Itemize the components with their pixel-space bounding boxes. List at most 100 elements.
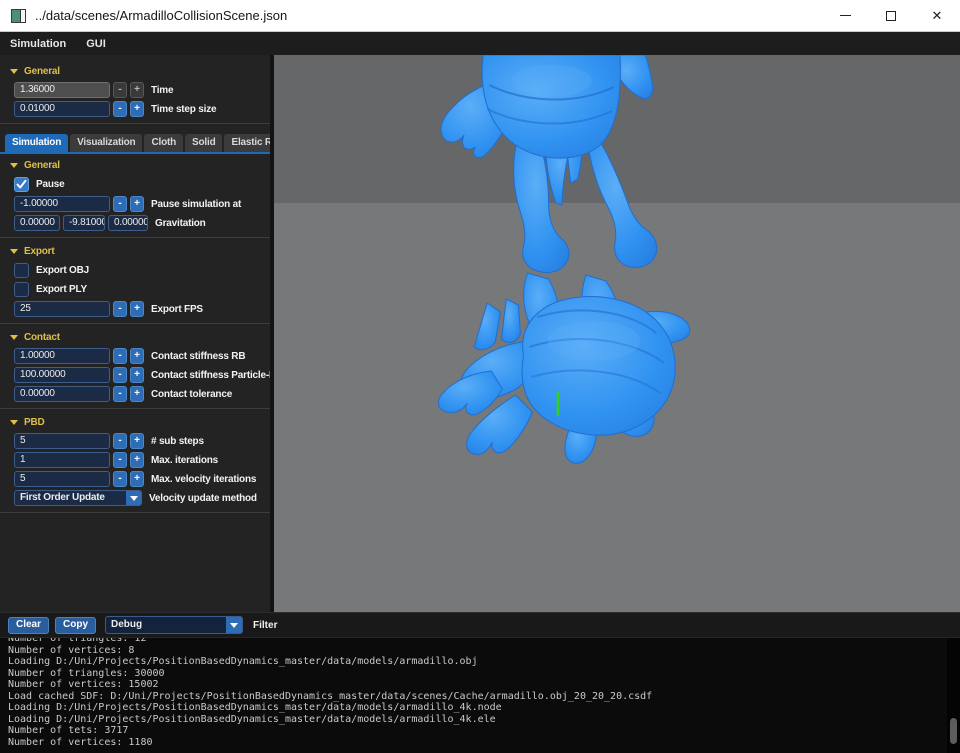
divider <box>0 512 270 513</box>
log-line: Number of vertices: 8 <box>8 645 946 657</box>
gravitation-y-field[interactable]: -9.81000 <box>63 215 105 231</box>
dropdown-button[interactable] <box>226 617 242 633</box>
tab-solid[interactable]: Solid <box>185 134 222 152</box>
checkmark-icon <box>16 179 27 190</box>
log-scrollbar[interactable] <box>947 638 960 753</box>
increment-button[interactable]: + <box>130 82 144 98</box>
param-row-contact-stiffness-rb: 1.00000 - + Contact stiffness RB <box>14 348 270 364</box>
param-row-sub-steps: 5 - + # sub steps <box>14 433 270 449</box>
decrement-button[interactable]: - <box>113 301 127 317</box>
close-button[interactable]: ✕ <box>914 0 960 31</box>
increment-button[interactable]: + <box>130 471 144 487</box>
export-fps-field[interactable]: 25 <box>14 301 110 317</box>
tab-visualization[interactable]: Visualization <box>70 134 142 152</box>
menu-gui[interactable]: GUI <box>76 38 116 50</box>
increment-button[interactable]: + <box>130 433 144 449</box>
export-ply-row: Export PLY <box>14 282 270 297</box>
decrement-button[interactable]: - <box>113 452 127 468</box>
section-header-export[interactable]: Export <box>0 244 270 260</box>
minimize-icon <box>840 15 851 16</box>
dropdown-value: First Order Update <box>15 491 126 505</box>
decrement-button[interactable]: - <box>113 386 127 402</box>
param-row-gravitation: 0.00000 -9.81000 0.00000 Gravitation <box>14 215 270 231</box>
log-line: Number of triangles: 30000 <box>8 668 946 680</box>
export-ply-label: Export PLY <box>36 284 87 295</box>
dropdown-arrow-icon <box>230 623 238 628</box>
decrement-button[interactable]: - <box>113 471 127 487</box>
param-row-contact-stiffness-particle-rb: 100.00000 - + Contact stiffness Particle… <box>14 367 270 383</box>
decrement-button[interactable]: - <box>113 82 127 98</box>
tab-elastic-rod[interactable]: Elastic Rod <box>224 134 274 152</box>
param-label: Pause simulation at <box>151 199 241 210</box>
menu-simulation[interactable]: Simulation <box>0 38 76 50</box>
increment-button[interactable]: + <box>130 196 144 212</box>
pause-label: Pause <box>36 179 64 190</box>
param-label: Velocity update method <box>149 493 257 504</box>
section-header-pbd[interactable]: PBD <box>0 415 270 431</box>
log-level-dropdown[interactable]: Debug <box>105 616 243 634</box>
armadillo-upper-model <box>441 55 657 273</box>
scrollbar-thumb[interactable] <box>950 718 957 744</box>
param-row-time: 1.36000 - + Time <box>14 82 270 98</box>
contact-tolerance-field[interactable]: 0.00000 <box>14 386 110 402</box>
divider <box>0 123 270 124</box>
minimize-button[interactable] <box>822 0 868 31</box>
increment-button[interactable]: + <box>130 101 144 117</box>
section-header-contact[interactable]: Contact <box>0 330 270 346</box>
export-obj-row: Export OBJ <box>14 263 270 278</box>
divider <box>0 408 270 409</box>
decrement-button[interactable]: - <box>113 101 127 117</box>
velocity-update-method-dropdown[interactable]: First Order Update <box>14 490 142 506</box>
section-header-general[interactable]: General <box>0 158 270 174</box>
param-row-velocity-update-method: First Order Update Velocity update metho… <box>14 490 270 506</box>
max-velocity-iterations-field[interactable]: 5 <box>14 471 110 487</box>
pause-at-field[interactable]: -1.00000 <box>14 196 110 212</box>
copy-button[interactable]: Copy <box>55 617 96 634</box>
viewport-canvas[interactable] <box>274 55 960 612</box>
tab-bar: Simulation Visualization Cloth Solid Ela… <box>0 134 270 152</box>
increment-button[interactable]: + <box>130 301 144 317</box>
param-label: Contact stiffness Particle-RB <box>151 370 274 381</box>
increment-button[interactable]: + <box>130 386 144 402</box>
collapse-arrow-icon <box>10 163 18 168</box>
maximize-button[interactable] <box>868 0 914 31</box>
app-icon <box>11 9 26 23</box>
log-output[interactable]: Number of triangles: 12 Number of vertic… <box>0 638 960 753</box>
increment-button[interactable]: + <box>130 452 144 468</box>
sub-steps-field[interactable]: 5 <box>14 433 110 449</box>
param-row-contact-tolerance: 0.00000 - + Contact tolerance <box>14 386 270 402</box>
time-field[interactable]: 1.36000 <box>14 82 110 98</box>
section-header-general-top[interactable]: General <box>0 64 270 80</box>
increment-button[interactable]: + <box>130 367 144 383</box>
decrement-button[interactable]: - <box>113 348 127 364</box>
filter-label: Filter <box>253 620 277 631</box>
max-iterations-field[interactable]: 1 <box>14 452 110 468</box>
dropdown-button[interactable] <box>126 491 141 505</box>
clear-button[interactable]: Clear <box>8 617 49 634</box>
decrement-button[interactable]: - <box>113 367 127 383</box>
log-console: Clear Copy Debug Filter Number of triang… <box>0 612 960 753</box>
param-row-pause-at: -1.00000 - + Pause simulation at <box>14 196 270 212</box>
tab-simulation[interactable]: Simulation <box>5 134 68 152</box>
increment-button[interactable]: + <box>130 348 144 364</box>
divider <box>0 237 270 238</box>
tab-cloth[interactable]: Cloth <box>144 134 183 152</box>
gravitation-z-field[interactable]: 0.00000 <box>108 215 148 231</box>
decrement-button[interactable]: - <box>113 433 127 449</box>
log-line: Number of tets: 3717 <box>8 725 946 737</box>
collapse-arrow-icon <box>10 249 18 254</box>
pause-checkbox[interactable] <box>14 177 29 192</box>
export-obj-label: Export OBJ <box>36 265 89 276</box>
app-window: ../data/scenes/ArmadilloCollisionScene.j… <box>0 0 960 753</box>
contact-stiffness-particle-rb-field[interactable]: 100.00000 <box>14 367 110 383</box>
decrement-button[interactable]: - <box>113 196 127 212</box>
param-label: Time step size <box>151 104 216 115</box>
log-line: Number of vertices: 1180 <box>8 737 946 749</box>
export-ply-checkbox[interactable] <box>14 282 29 297</box>
gravitation-x-field[interactable]: 0.00000 <box>14 215 60 231</box>
export-obj-checkbox[interactable] <box>14 263 29 278</box>
time-step-field[interactable]: 0.01000 <box>14 101 110 117</box>
param-label: Time <box>151 85 173 96</box>
viewport-3d[interactable] <box>274 55 960 612</box>
contact-stiffness-rb-field[interactable]: 1.00000 <box>14 348 110 364</box>
